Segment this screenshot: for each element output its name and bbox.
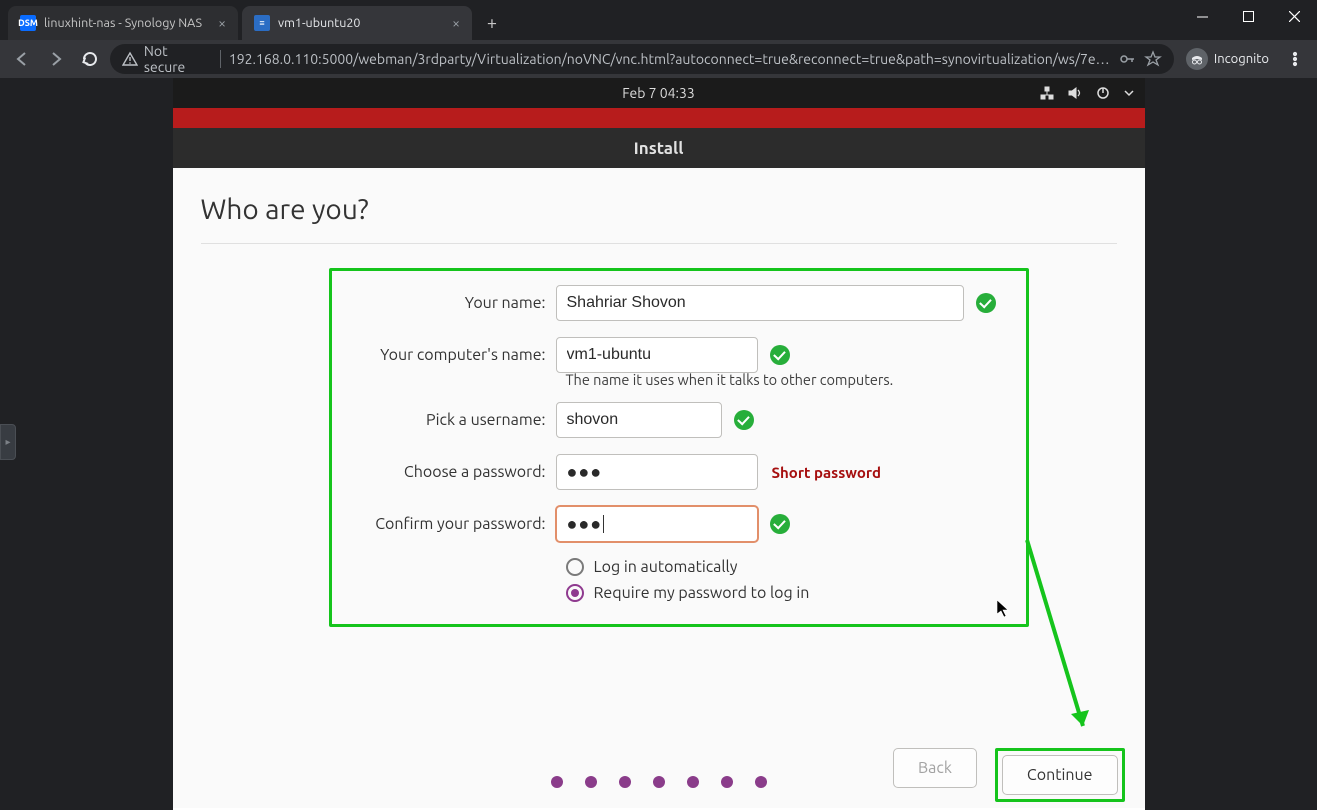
username-label: Pick a username: — [332, 411, 556, 429]
tab-vm1-ubuntu20[interactable]: ≡ vm1-ubuntu20 × — [242, 6, 472, 40]
novnc-sidebar-handle[interactable]: ▸ — [0, 424, 16, 460]
annotation-arrow-icon — [1023, 536, 1123, 756]
check-icon — [976, 293, 996, 313]
radio-icon — [566, 558, 584, 576]
reload-button[interactable] — [76, 45, 104, 73]
divider — [201, 243, 1117, 244]
tab-close-icon[interactable]: × — [452, 16, 460, 30]
new-tab-button[interactable]: + — [478, 9, 506, 37]
clock: Feb 7 04:33 — [622, 85, 695, 101]
separator — [220, 50, 221, 68]
password-label: Choose a password: — [332, 463, 556, 481]
radio-label: Require my password to log in — [594, 584, 810, 602]
dot-icon — [551, 776, 563, 788]
tab-linuxhint-nas[interactable]: DSM linuxhint-nas - Synology NAS × — [8, 6, 238, 40]
incognito-icon — [1186, 48, 1208, 70]
ubuntu-accent-bar — [173, 108, 1145, 128]
network-icon[interactable] — [1039, 85, 1055, 101]
dot-icon — [721, 776, 733, 788]
incognito-label: Incognito — [1214, 52, 1269, 66]
installer-body: Who are you? Your name: Your computer's … — [173, 168, 1145, 808]
back-button[interactable] — [8, 45, 36, 73]
vm-screen: Feb 7 04:33 Install Who are you? Your na… — [173, 78, 1145, 810]
your-name-input[interactable] — [556, 285, 964, 321]
dot-icon — [585, 776, 597, 788]
back-button[interactable]: Back — [893, 748, 977, 788]
tab-close-icon[interactable]: × — [218, 16, 226, 30]
username-input[interactable] — [556, 402, 722, 438]
bookmark-star-icon[interactable] — [1144, 50, 1162, 68]
your-name-label: Your name: — [332, 294, 556, 312]
action-buttons: Back Continue — [893, 748, 1124, 802]
confirm-password-input[interactable]: ●●● — [556, 506, 758, 542]
login-auto-radio[interactable]: Log in automatically — [566, 558, 996, 576]
gnome-top-bar: Feb 7 04:33 — [173, 78, 1145, 108]
computer-name-label: Your computer's name: — [332, 346, 556, 364]
password-warning: Short password — [772, 464, 881, 481]
login-require-password-radio[interactable]: Require my password to log in — [566, 584, 996, 602]
progress-dots — [551, 776, 767, 788]
browser-toolbar: Not secure 192.168.0.110:5000/webman/3rd… — [0, 40, 1317, 78]
page-viewport: ▸ Feb 7 04:33 Install Who are you? Your … — [0, 78, 1317, 810]
not-secure-label: Not secure — [144, 43, 212, 75]
incognito-indicator[interactable]: Incognito — [1186, 48, 1269, 70]
tab-title: linuxhint-nas - Synology NAS — [44, 16, 202, 30]
system-tray[interactable] — [1039, 78, 1135, 108]
confirm-password-label: Confirm your password: — [332, 515, 556, 533]
volume-icon[interactable] — [1067, 85, 1083, 101]
favicon-dsm-icon: DSM — [20, 15, 36, 31]
installer-window-title: Install — [173, 128, 1145, 168]
computer-name-input[interactable] — [556, 337, 758, 373]
annotation-highlight-box: Your name: Your computer's name: The nam… — [329, 268, 1029, 627]
warning-icon — [122, 51, 138, 67]
minimize-button[interactable] — [1179, 0, 1225, 32]
continue-button[interactable]: Continue — [1002, 755, 1118, 795]
security-indicator[interactable]: Not secure — [122, 43, 212, 75]
window-close-button[interactable] — [1271, 0, 1317, 32]
address-bar[interactable]: Not secure 192.168.0.110:5000/webman/3rd… — [110, 44, 1174, 74]
radio-icon — [566, 584, 584, 602]
page-heading: Who are you? — [201, 194, 1117, 225]
dot-icon — [653, 776, 665, 788]
computer-name-hint: The name it uses when it talks to other … — [566, 371, 996, 388]
check-icon — [734, 410, 754, 430]
favicon-vm-icon: ≡ — [254, 15, 270, 31]
maximize-button[interactable] — [1225, 0, 1271, 32]
password-input[interactable]: ●●● — [556, 454, 758, 490]
mouse-cursor-icon — [997, 600, 1011, 622]
browser-menu-button[interactable] — [1281, 45, 1309, 73]
annotation-highlight-box: Continue — [995, 748, 1125, 802]
radio-label: Log in automatically — [594, 558, 738, 576]
chevron-down-icon[interactable] — [1123, 87, 1135, 99]
check-icon — [770, 514, 790, 534]
power-icon[interactable] — [1095, 85, 1111, 101]
tab-strip: DSM linuxhint-nas - Synology NAS × ≡ vm1… — [0, 0, 1317, 40]
window-controls — [1179, 0, 1317, 32]
forward-button[interactable] — [42, 45, 70, 73]
dot-icon — [687, 776, 699, 788]
dot-icon — [619, 776, 631, 788]
url-text: 192.168.0.110:5000/webman/3rdparty/Virtu… — [229, 51, 1110, 67]
key-icon[interactable] — [1118, 50, 1136, 68]
tab-title: vm1-ubuntu20 — [278, 16, 360, 30]
dot-icon — [755, 776, 767, 788]
check-icon — [770, 345, 790, 365]
